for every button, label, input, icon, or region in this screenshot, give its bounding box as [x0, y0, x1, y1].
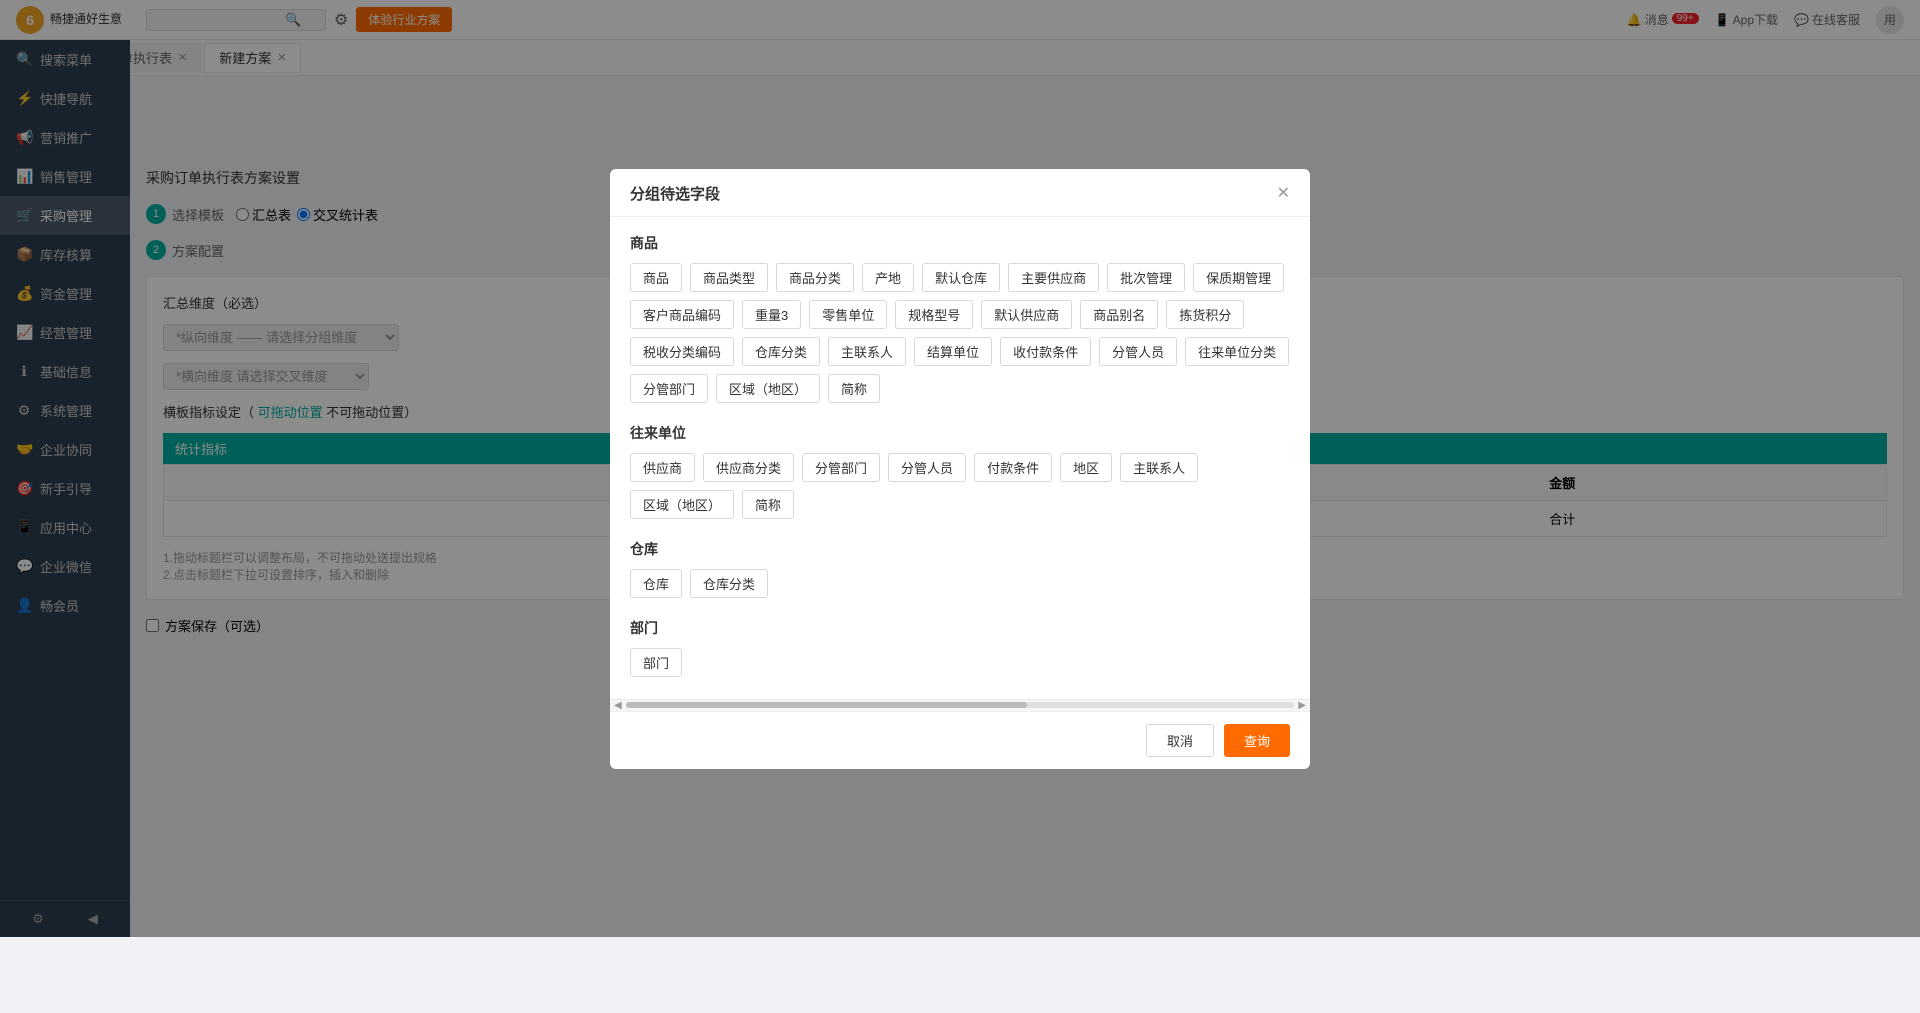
scroll-thumb: [626, 702, 1027, 708]
field-tag-region[interactable]: 区域（地区）: [716, 374, 820, 403]
field-tag-supplier[interactable]: 供应商: [630, 453, 695, 482]
field-tag-short-name[interactable]: 简称: [828, 374, 880, 403]
field-tag-origin[interactable]: 产地: [862, 263, 914, 292]
field-tag-spec-model[interactable]: 规格型号: [895, 300, 973, 329]
field-tag-pick-points[interactable]: 拣货积分: [1166, 300, 1244, 329]
field-tag-settlement-unit[interactable]: 结算单位: [914, 337, 992, 366]
section-warehouse-title: 仓库: [630, 539, 1290, 559]
field-tag-area[interactable]: 地区: [1060, 453, 1112, 482]
field-tag-dept[interactable]: 分管部门: [630, 374, 708, 403]
section-dept-title: 部门: [630, 618, 1290, 638]
section-partner: 往来单位 供应商 供应商分类 分管部门 分管人员 付款条件 地区 主联系人 区域…: [630, 423, 1290, 519]
field-tag-batch-mgmt[interactable]: 批次管理: [1107, 263, 1185, 292]
field-selection-modal: 分组待选字段 ✕ 商品 商品 商品类型 商品分类 产地 默认仓库 主要供应商 批…: [610, 169, 1310, 769]
field-tag-default-supplier[interactable]: 默认供应商: [981, 300, 1072, 329]
field-tag-weight[interactable]: 重量3: [742, 300, 801, 329]
modal-body[interactable]: 商品 商品 商品类型 商品分类 产地 默认仓库 主要供应商 批次管理 保质期管理…: [610, 217, 1310, 699]
field-tag-default-warehouse[interactable]: 默认仓库: [922, 263, 1000, 292]
scroll-track[interactable]: [626, 702, 1295, 708]
partner-tags: 供应商 供应商分类 分管部门 分管人员 付款条件 地区 主联系人 区域（地区） …: [630, 453, 1290, 519]
field-tag-supervisor-dept[interactable]: 分管部门: [802, 453, 880, 482]
field-tag-main-supplier[interactable]: 主要供应商: [1008, 263, 1099, 292]
warehouse-tags: 仓库 仓库分类: [630, 569, 1290, 598]
confirm-button[interactable]: 查询: [1224, 724, 1290, 757]
field-tag-payment-condition[interactable]: 付款条件: [974, 453, 1052, 482]
field-tag-region2[interactable]: 区域（地区）: [630, 490, 734, 519]
section-goods-title: 商品: [630, 233, 1290, 253]
section-partner-title: 往来单位: [630, 423, 1290, 443]
dept-tags: 部门: [630, 648, 1290, 677]
modal-header: 分组待选字段 ✕: [610, 169, 1310, 217]
field-tag-warehouse[interactable]: 仓库: [630, 569, 682, 598]
field-tag-warehouse-category[interactable]: 仓库分类: [742, 337, 820, 366]
section-department: 部门 部门: [630, 618, 1290, 677]
field-tag-retail-unit[interactable]: 零售单位: [809, 300, 887, 329]
section-goods: 商品 商品 商品类型 商品分类 产地 默认仓库 主要供应商 批次管理 保质期管理…: [630, 233, 1290, 403]
section-warehouse: 仓库 仓库 仓库分类: [630, 539, 1290, 598]
field-tag-expiry-mgmt[interactable]: 保质期管理: [1193, 263, 1284, 292]
field-tag-goods-alias[interactable]: 商品别名: [1080, 300, 1158, 329]
field-tag-payment-terms[interactable]: 收付款条件: [1000, 337, 1091, 366]
field-tag-supplier-category[interactable]: 供应商分类: [703, 453, 794, 482]
cancel-button[interactable]: 取消: [1146, 724, 1214, 757]
field-tag-supervisor[interactable]: 分管人员: [1099, 337, 1177, 366]
modal-footer: 取消 查询: [610, 711, 1310, 769]
goods-tags: 商品 商品类型 商品分类 产地 默认仓库 主要供应商 批次管理 保质期管理 客户…: [630, 263, 1290, 403]
field-tag-department[interactable]: 部门: [630, 648, 682, 677]
scroll-right-icon[interactable]: ▶: [1298, 700, 1306, 711]
field-tag-tax-code[interactable]: 税收分类编码: [630, 337, 734, 366]
horizontal-scrollbar[interactable]: ◀ ▶: [610, 699, 1310, 711]
field-tag-partner-category[interactable]: 往来单位分类: [1185, 337, 1289, 366]
field-tag-main-contact2[interactable]: 主联系人: [1120, 453, 1198, 482]
field-tag-goods-category[interactable]: 商品分类: [776, 263, 854, 292]
modal-close-btn[interactable]: ✕: [1277, 183, 1290, 203]
scroll-left-icon[interactable]: ◀: [614, 700, 622, 711]
field-tag-goods-type[interactable]: 商品类型: [690, 263, 768, 292]
field-tag-main-contact[interactable]: 主联系人: [828, 337, 906, 366]
field-tag-goods[interactable]: 商品: [630, 263, 682, 292]
field-tag-customer-code[interactable]: 客户商品编码: [630, 300, 734, 329]
field-tag-supervisor-person[interactable]: 分管人员: [888, 453, 966, 482]
field-tag-short-name2[interactable]: 简称: [742, 490, 794, 519]
field-tag-warehouse-cat[interactable]: 仓库分类: [690, 569, 768, 598]
modal-title: 分组待选字段: [630, 183, 720, 204]
